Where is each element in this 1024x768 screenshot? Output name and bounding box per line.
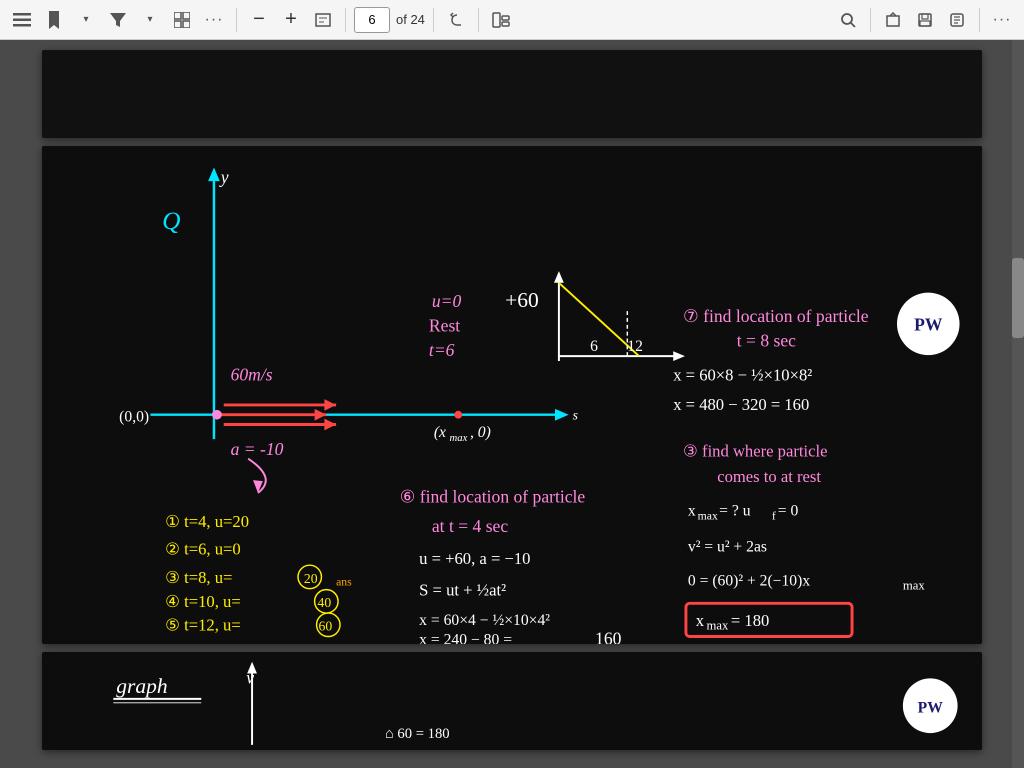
slide-bottom: graph v PW ⌂ 60 = 180 xyxy=(42,652,982,750)
svg-text:max: max xyxy=(903,579,926,593)
svg-text:ans: ans xyxy=(336,576,352,589)
svg-text:⑤ t=12, u=: ⑤ t=12, u= xyxy=(165,616,241,635)
svg-text:20: 20 xyxy=(304,571,318,586)
filter-icon[interactable] xyxy=(104,6,132,34)
svg-text:x = 480 − 320 = 160: x = 480 − 320 = 160 xyxy=(673,395,809,414)
svg-text:(0,0): (0,0) xyxy=(119,408,149,425)
svg-text:PW: PW xyxy=(918,700,944,717)
svg-text:s: s xyxy=(573,408,578,423)
svg-text:⌂ 60 = 180: ⌂ 60 = 180 xyxy=(385,726,450,742)
svg-text:u=0: u=0 xyxy=(432,291,462,311)
slide-bottom-svg: graph v PW ⌂ 60 = 180 xyxy=(42,652,982,750)
zoom-in-button[interactable]: + xyxy=(277,6,305,34)
svg-text:② t=6, u=0: ② t=6, u=0 xyxy=(165,539,241,558)
save-icon[interactable] xyxy=(911,6,939,34)
fit-page-icon[interactable] xyxy=(309,6,337,34)
svg-text:at t = 4 sec: at t = 4 sec xyxy=(432,516,508,536)
search-icon[interactable] xyxy=(834,6,862,34)
svg-text:= 180: = 180 xyxy=(731,611,769,630)
svg-text:S = ut + ½at²: S = ut + ½at² xyxy=(419,580,506,599)
divider-1 xyxy=(236,8,237,32)
svg-text:⑦ find location of particle: ⑦ find location of particle xyxy=(683,306,869,326)
svg-text:graph: graph xyxy=(116,674,167,698)
svg-text:x: x xyxy=(688,502,696,519)
svg-text:x = 240 − 80 =: x = 240 − 80 = xyxy=(419,631,512,644)
slide-main: Q y s (0,0) 60m/s a = -10 xyxy=(42,146,982,644)
svg-text:0 = (60)² + 2(−10)x: 0 = (60)² + 2(−10)x xyxy=(688,573,810,590)
svg-text:= 0: = 0 xyxy=(778,502,799,519)
menu-icon[interactable] xyxy=(8,6,36,34)
page-total-label: of 24 xyxy=(396,12,425,27)
svg-text:v² = u² + 2as: v² = u² + 2as xyxy=(688,538,767,555)
go-back-icon[interactable] xyxy=(442,6,470,34)
scrollbar[interactable] xyxy=(1012,40,1024,768)
svg-text:40: 40 xyxy=(318,595,332,610)
slide-previous xyxy=(42,50,982,138)
zoom-out-button[interactable]: − xyxy=(245,6,273,34)
svg-text:u = +60, a = −10: u = +60, a = −10 xyxy=(419,549,530,568)
svg-text:③ t=8, u=: ③ t=8, u= xyxy=(165,568,232,587)
divider-5 xyxy=(870,8,871,32)
more-icon-1[interactable]: ··· xyxy=(200,6,228,34)
divider-4 xyxy=(478,8,479,32)
layout-icon[interactable] xyxy=(168,6,196,34)
share-icon[interactable] xyxy=(879,6,907,34)
svg-text:60m/s: 60m/s xyxy=(231,364,273,384)
download-icon[interactable] xyxy=(943,6,971,34)
svg-text:④ t=10, u=: ④ t=10, u= xyxy=(165,592,241,611)
divider-6 xyxy=(979,8,980,32)
svg-text:comes to at rest: comes to at rest xyxy=(717,467,821,486)
divider-3 xyxy=(433,8,434,32)
svg-text:x = 60×8 − ½×10×8²: x = 60×8 − ½×10×8² xyxy=(673,365,812,384)
svg-text:max: max xyxy=(698,509,718,522)
scrollbar-thumb[interactable] xyxy=(1012,258,1024,338)
svg-text:a = -10: a = -10 xyxy=(231,439,284,459)
question-label: Q xyxy=(162,207,180,235)
grid-nav-icon[interactable] xyxy=(487,6,515,34)
more-icon-2[interactable]: ··· xyxy=(988,6,1016,34)
svg-text:12: 12 xyxy=(627,338,643,355)
toolbar: ▾ ▾ ··· − + of 24 ··· xyxy=(0,0,1024,40)
svg-text:PW: PW xyxy=(914,315,943,335)
svg-text:① t=4, u=20: ① t=4, u=20 xyxy=(165,512,249,531)
svg-text:t = 8 sec: t = 8 sec xyxy=(737,330,796,350)
slide-svg: Q y s (0,0) 60m/s a = -10 xyxy=(42,146,982,644)
page-navigation: of 24 xyxy=(354,7,425,33)
svg-text:③ find where particle: ③ find where particle xyxy=(683,442,827,461)
svg-text:, 0): , 0) xyxy=(470,424,491,441)
svg-text:(x: (x xyxy=(434,424,446,441)
chevron-down-icon-1[interactable]: ▾ xyxy=(72,6,100,34)
svg-text:60: 60 xyxy=(319,619,333,634)
bookmark-icon[interactable] xyxy=(40,6,68,34)
svg-text:⑥ find location of particle: ⑥ find location of particle xyxy=(400,487,586,507)
divider-2 xyxy=(345,8,346,32)
svg-text:Rest: Rest xyxy=(429,316,460,336)
chevron-down-icon-2[interactable]: ▾ xyxy=(136,6,164,34)
svg-text:6: 6 xyxy=(590,338,598,355)
svg-text:x: x xyxy=(696,611,705,630)
svg-text:t=6: t=6 xyxy=(429,340,455,360)
svg-text:f: f xyxy=(772,509,776,522)
svg-text:max: max xyxy=(449,432,467,444)
svg-text:+60: +60 xyxy=(505,288,539,312)
main-content: Q y s (0,0) 60m/s a = -10 xyxy=(0,40,1024,768)
svg-text:x = 60×4 − ½×10×4²: x = 60×4 − ½×10×4² xyxy=(419,612,550,629)
svg-text:= ? u: = ? u xyxy=(719,502,751,519)
svg-text:y: y xyxy=(219,167,229,187)
svg-text:160: 160 xyxy=(595,628,622,644)
svg-text:max: max xyxy=(706,619,729,633)
page-number-input[interactable] xyxy=(354,7,390,33)
